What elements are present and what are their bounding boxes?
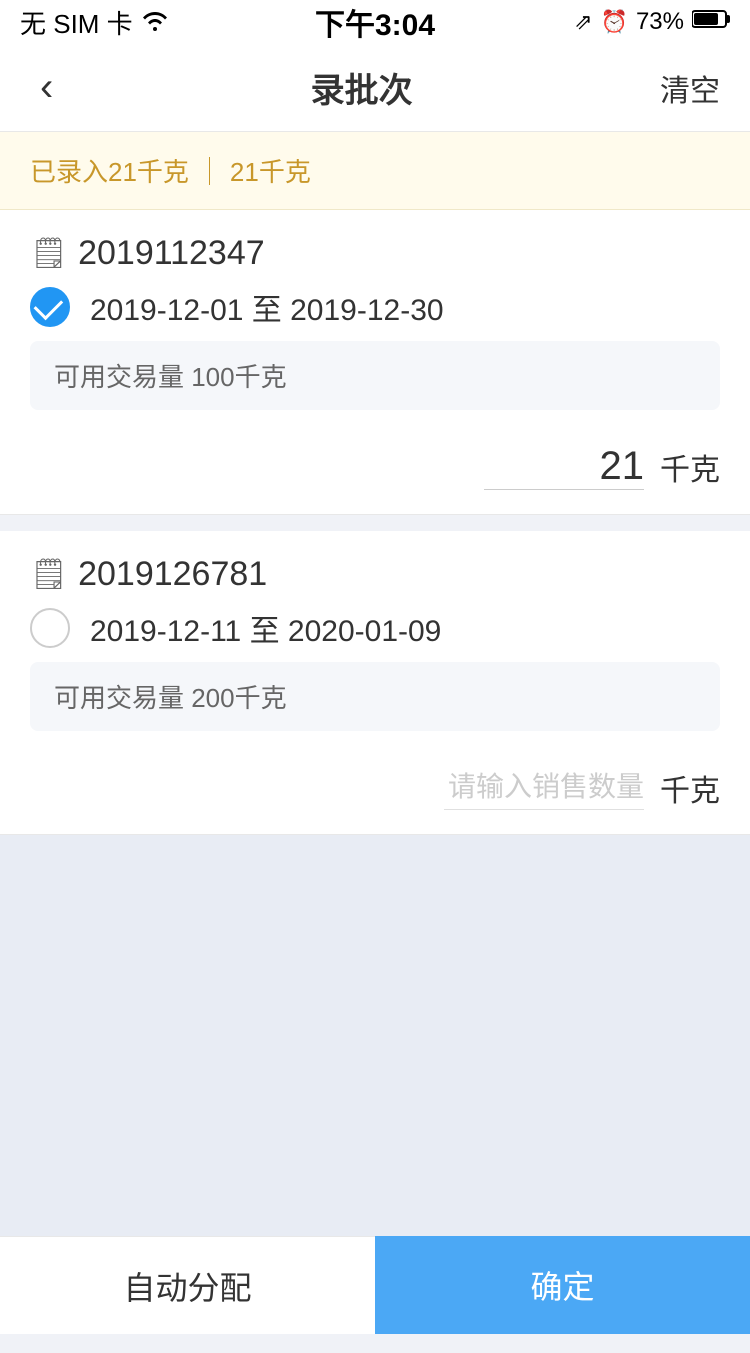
battery-text: 73% xyxy=(636,8,684,36)
page-title: 录批次 xyxy=(311,63,413,112)
carrier-text: 无 SIM 卡 xyxy=(20,4,133,41)
amount-placeholder-2: 请输入销售数量 xyxy=(448,771,644,802)
summary-bar: 已录入21千克 21千克 xyxy=(0,132,750,210)
batch-availability-2: 可用交易量 200千克 xyxy=(30,662,720,731)
nav-bar: ‹ 录批次 清空 xyxy=(0,44,750,132)
confirm-button[interactable]: 确定 xyxy=(375,1236,750,1334)
back-button[interactable]: ‹ xyxy=(30,55,63,120)
batch-date-1: 2019-12-01 至 2019-12-30 xyxy=(90,285,444,329)
wifi-icon xyxy=(141,7,169,38)
status-bar: 无 SIM 卡 下午3:04 ⇗ ⏰ 73% xyxy=(0,0,750,44)
amount-input-2[interactable]: 请输入销售数量 xyxy=(444,765,644,810)
empty-area xyxy=(0,835,750,1255)
status-time: 下午3:04 xyxy=(315,0,435,44)
batch-id-1: 2019112347 xyxy=(78,234,265,273)
location-icon: ⇗ xyxy=(574,9,592,35)
battery-icon xyxy=(692,8,730,36)
status-right: ⇗ ⏰ 73% xyxy=(574,8,730,36)
amount-input-row-2: 请输入销售数量 千克 xyxy=(0,755,750,835)
batch-checkbox-2[interactable] xyxy=(30,608,70,648)
batch-card-2: 🗒 2019126781 2019-12-11 至 2020-01-09 可用交… xyxy=(0,531,750,835)
batch-date-2: 2019-12-11 至 2020-01-09 xyxy=(90,606,441,650)
batch-availability-1: 可用交易量 100千克 xyxy=(30,341,720,410)
section-divider xyxy=(0,515,750,531)
amount-unit-1: 千克 xyxy=(660,445,720,489)
batch-checkbox-1[interactable] xyxy=(30,287,70,327)
batch-date-row-1: 2019-12-01 至 2019-12-30 xyxy=(0,273,750,329)
batch-id-2: 2019126781 xyxy=(78,555,267,594)
bottom-bar: 自动分配 确定 xyxy=(0,1236,750,1334)
batch-header-2: 🗒 2019126781 xyxy=(0,531,750,594)
batch-date-row-2: 2019-12-11 至 2020-01-09 xyxy=(0,594,750,650)
summary-label: 已录入21千克 xyxy=(30,152,189,189)
summary-divider xyxy=(209,157,210,185)
amount-unit-2: 千克 xyxy=(660,766,720,810)
amount-value-1: 21 xyxy=(600,444,645,488)
summary-value: 21千克 xyxy=(230,152,311,189)
amount-input-1[interactable]: 21 xyxy=(484,444,644,490)
batch-doc-icon-1: 🗒 xyxy=(30,236,68,271)
alarm-icon: ⏰ xyxy=(601,9,628,35)
status-left: 无 SIM 卡 xyxy=(20,4,169,41)
batch-doc-icon-2: 🗒 xyxy=(30,557,68,592)
batch-header-1: 🗒 2019112347 xyxy=(0,210,750,273)
auto-distribute-button[interactable]: 自动分配 xyxy=(0,1236,375,1334)
clear-button[interactable]: 清空 xyxy=(660,66,720,110)
batch-card-1: 🗒 2019112347 2019-12-01 至 2019-12-30 可用交… xyxy=(0,210,750,515)
amount-row-1: 21 千克 xyxy=(0,434,750,515)
